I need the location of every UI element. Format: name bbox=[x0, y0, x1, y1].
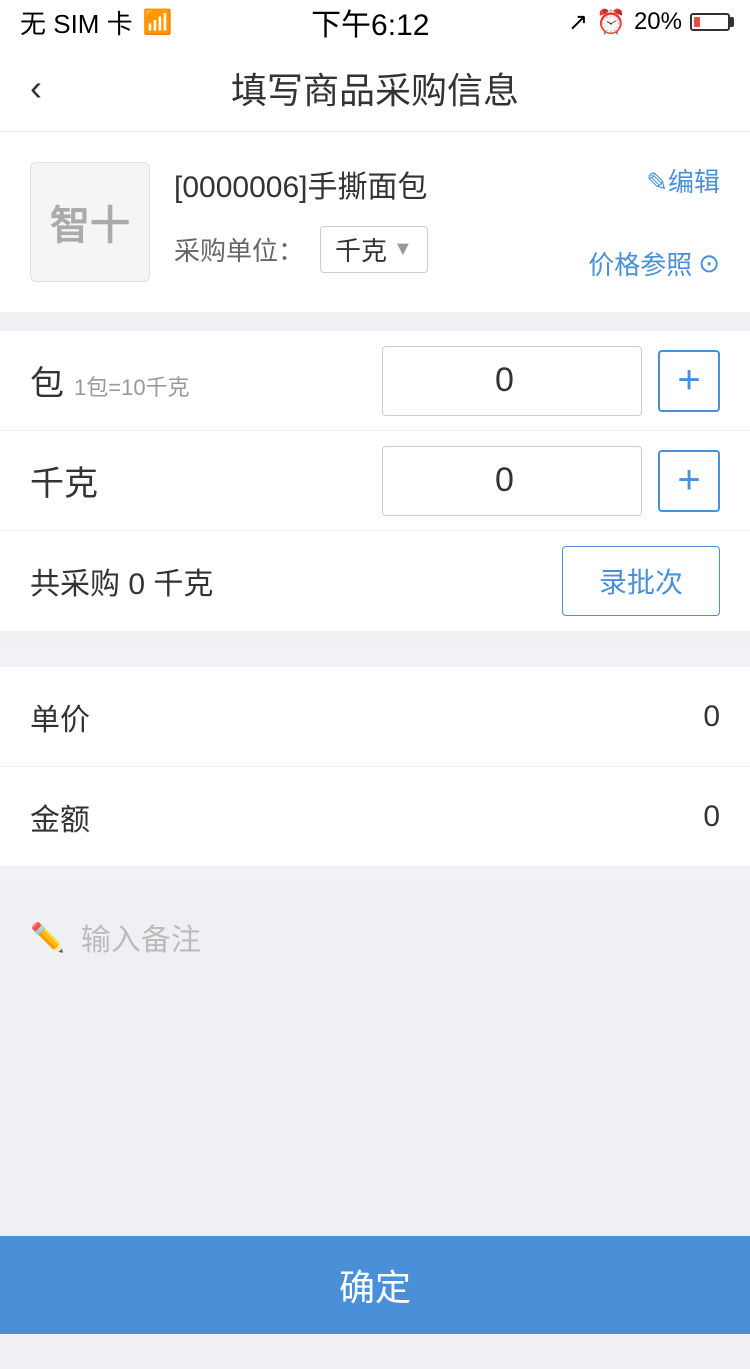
page-title: 填写商品采购信息 bbox=[231, 62, 519, 114]
section-divider-1 bbox=[0, 313, 750, 331]
unit-price-row: 单价 0 bbox=[0, 667, 750, 767]
unit-value: 千克 bbox=[335, 231, 387, 268]
product-logo: 智十 bbox=[50, 193, 130, 251]
price-ref-button[interactable]: 价格参照 ⊙ bbox=[588, 245, 720, 282]
amount-value: 0 bbox=[703, 800, 720, 834]
amount-label: 金额 bbox=[30, 795, 90, 839]
edit-button[interactable]: ✎编辑 bbox=[646, 162, 720, 199]
pack-label: 包 1包=10千克 bbox=[30, 356, 190, 405]
status-bar: 无 SIM 卡 📶 下午6:12 ↗ ⏰ 20% bbox=[0, 0, 750, 44]
product-name: [0000006]手撕面包 bbox=[174, 162, 720, 206]
kg-input-wrap: + bbox=[170, 446, 720, 516]
kg-row: 千克 + bbox=[0, 431, 750, 531]
kg-label: 千克 bbox=[30, 456, 170, 505]
amount-row: 金额 0 bbox=[0, 767, 750, 867]
total-row: 共采购 0 千克 录批次 bbox=[0, 531, 750, 631]
back-button[interactable]: ‹ bbox=[30, 67, 42, 109]
status-right: ↗ ⏰ 20% bbox=[568, 8, 730, 37]
input-section: 包 1包=10千克 + 千克 + bbox=[0, 331, 750, 531]
unit-price-value: 0 bbox=[703, 700, 720, 734]
alarm-icon: ⏰ bbox=[596, 8, 626, 37]
dropdown-arrow-icon: ▼ bbox=[393, 238, 413, 261]
pack-input-wrap: + bbox=[190, 346, 720, 416]
carrier-label: 无 SIM 卡 bbox=[20, 4, 133, 41]
price-info-section: 单价 0 金额 0 bbox=[0, 667, 750, 867]
confirm-button[interactable]: 确定 bbox=[0, 1236, 750, 1334]
product-image: 智十 bbox=[30, 162, 150, 282]
unit-price-label: 单价 bbox=[30, 695, 90, 739]
battery-icon bbox=[690, 13, 730, 31]
unit-dropdown[interactable]: 千克 ▼ bbox=[320, 226, 428, 273]
pack-plus-button[interactable]: + bbox=[658, 350, 720, 412]
nav-bar: ‹ 填写商品采购信息 bbox=[0, 44, 750, 132]
battery-percent: 20% bbox=[634, 8, 682, 36]
record-batch-button[interactable]: 录批次 bbox=[562, 546, 720, 616]
help-icon: ⊙ bbox=[698, 248, 720, 279]
kg-input[interactable] bbox=[382, 446, 642, 516]
section-divider-2 bbox=[0, 631, 750, 649]
pack-sub-label: 1包=10千克 bbox=[74, 370, 190, 402]
unit-label: 采购单位： bbox=[174, 231, 304, 268]
status-left: 无 SIM 卡 📶 bbox=[20, 4, 173, 41]
price-ref-label: 价格参照 bbox=[588, 245, 692, 282]
time-label: 下午6:12 bbox=[311, 0, 429, 44]
note-placeholder: 输入备注 bbox=[81, 915, 201, 959]
wifi-icon: 📶 bbox=[143, 8, 173, 37]
note-section[interactable]: ✏️ 输入备注 bbox=[0, 885, 750, 989]
total-label: 共采购 0 千克 bbox=[30, 559, 213, 603]
location-icon: ↗ bbox=[568, 8, 588, 37]
pencil-icon: ✏️ bbox=[30, 921, 65, 954]
pack-input[interactable] bbox=[382, 346, 642, 416]
kg-plus-button[interactable]: + bbox=[658, 450, 720, 512]
product-card: 智十 [0000006]手撕面包 采购单位： 千克 ▼ ✎编辑 价格参照 ⊙ bbox=[0, 132, 750, 313]
pack-row: 包 1包=10千克 + bbox=[0, 331, 750, 431]
